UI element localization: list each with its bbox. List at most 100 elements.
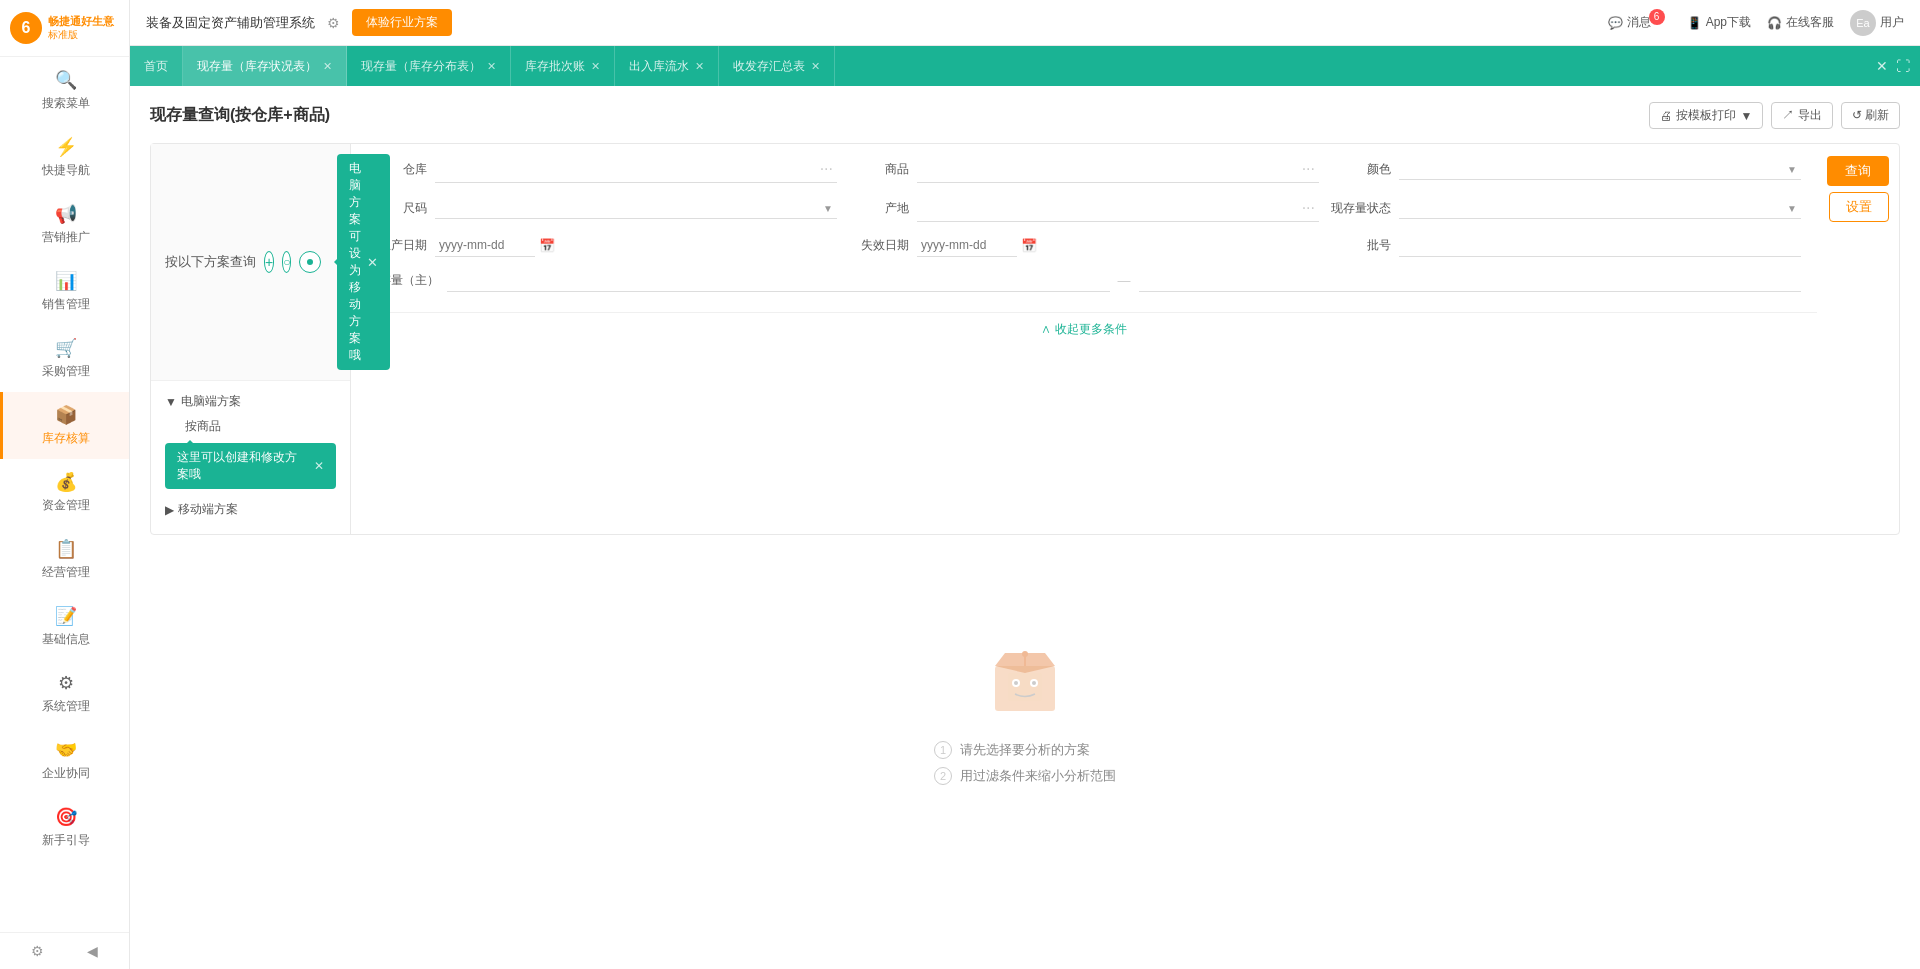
goods-dots-icon[interactable]: ··· [1302,160,1315,178]
online-support-item[interactable]: 🎧 在线客服 [1767,14,1834,31]
scheme-desktop-header[interactable]: ▼ 电脑端方案 [165,389,336,414]
origin-select[interactable]: ··· [917,195,1319,222]
tab-batch[interactable]: 库存批次账 ✕ [511,46,615,86]
stock-status-select[interactable]: ▼ [1399,199,1801,219]
app-download-label: App下载 [1706,14,1751,31]
purchase-icon: 🛒 [55,337,77,359]
tooltip-scheme-close[interactable]: ✕ [367,255,378,270]
collapse-sidebar-btn[interactable]: ◀ [87,943,98,959]
logo-text-block: 畅捷通好生意 标准版 [48,14,114,42]
color-select[interactable]: ▼ [1399,160,1801,180]
step-2-text: 用过滤条件来缩小分析范围 [960,767,1116,785]
logo-badge: 标准版 [48,28,114,42]
filter-label: 按以下方案查询 [165,253,256,271]
warehouse-select[interactable]: ··· [435,156,837,183]
tab-close-icon[interactable]: ✕ [695,60,704,73]
settings-gear-icon[interactable]: ⚙ [327,15,340,31]
batch-input[interactable] [1399,234,1801,257]
tabs-actions: ✕ ⛶ [1866,58,1920,74]
scheme-mobile-label: 移动端方案 [178,501,238,518]
filter-arrow-button[interactable]: ← [299,251,321,273]
sidebar-item-label: 采购管理 [42,363,90,380]
tooltip-edit-close[interactable]: ✕ [314,459,324,473]
sidebar-item-inventory[interactable]: 📦 库存核算 [0,392,129,459]
tab-close-icon[interactable]: ✕ [323,60,332,73]
export-button[interactable]: ↗ 导出 [1771,102,1832,129]
filter-add-button[interactable]: + [264,251,274,273]
tab-stock-status-label: 现存量（库存状况表） [197,58,317,75]
filter-row-1: 仓库 ··· 商品 ··· [367,156,1801,183]
sidebar-item-basic[interactable]: 📝 基础信息 [0,593,129,660]
step-2-num: 2 [934,767,952,785]
sidebar-item-operation[interactable]: 📋 经营管理 [0,526,129,593]
stock-sep: — [1118,273,1131,288]
tab-close-icon[interactable]: ✕ [487,60,496,73]
message-item[interactable]: 💬 消息 6 [1608,14,1671,31]
industry-plan-button[interactable]: 体验行业方案 [352,9,452,36]
color-label: 颜色 [1331,161,1391,178]
filter-row-2: 尺码 ▼ 产地 ··· [367,195,1801,222]
header-left: 装备及固定资产辅助管理系统 ⚙ 体验行业方案 [146,9,452,36]
sidebar-item-marketing[interactable]: 📢 营销推广 [0,191,129,258]
sidebar-item-label: 搜索菜单 [42,95,90,112]
reset-button[interactable]: 设置 [1829,192,1889,222]
filter-field-origin: 产地 ··· [849,195,1319,222]
sidebar-item-label: 库存核算 [42,430,90,447]
tab-stock-dist[interactable]: 现存量（库存分布表） ✕ [347,46,511,86]
tab-summary[interactable]: 收发存汇总表 ✕ [719,46,835,86]
search-icon: 🔍 [55,69,77,91]
print-button[interactable]: 🖨 按模板打印 ▼ [1649,102,1763,129]
sidebar-item-finance[interactable]: 💰 资金管理 [0,459,129,526]
stock-main-to-input[interactable] [1139,269,1802,292]
user-item[interactable]: Ea 用户 [1850,10,1904,36]
print-dropdown-icon: ▼ [1740,109,1752,123]
sidebar-item-label: 营销推广 [42,229,90,246]
svg-point-4 [1014,681,1018,685]
tabs-fullscreen-icon[interactable]: ⛶ [1896,58,1910,74]
sidebar-item-guide[interactable]: 🎯 新手引导 [0,794,129,861]
produce-date-input[interactable] [435,234,535,257]
tab-close-icon[interactable]: ✕ [811,60,820,73]
stock-main-from-input[interactable] [447,269,1110,292]
tab-home[interactable]: 首页 [130,46,183,86]
filter-field-color: 颜色 ▼ [1331,160,1801,180]
produce-date-calendar-icon[interactable]: 📅 [539,238,555,253]
sidebar-item-label: 系统管理 [42,698,90,715]
size-arrow-icon: ▼ [823,203,833,214]
goods-select[interactable]: ··· [917,156,1319,183]
sidebar-item-purchase[interactable]: 🛒 采购管理 [0,325,129,392]
settings-footer-btn[interactable]: ⚙ [31,943,44,959]
support-icon: 🎧 [1767,16,1782,30]
tabs-bar: 首页 现存量（库存状况表） ✕ 现存量（库存分布表） ✕ 库存批次账 ✕ 出入库… [130,46,1920,86]
expire-date-calendar-icon[interactable]: 📅 [1021,238,1037,253]
size-select[interactable]: ▼ [435,199,837,219]
collapse-icon: ∧ [1041,322,1051,336]
app-download-item[interactable]: 📱 App下载 [1687,14,1751,31]
origin-dots-icon[interactable]: ··· [1302,199,1315,217]
scheme-edit-tooltip: 这里可以创建和修改方案哦 ✕ [165,443,336,489]
collapse-more-conditions-btn[interactable]: ∧ 收起更多条件 [351,312,1817,346]
sidebar-item-search[interactable]: 🔍 搜索菜单 [0,57,129,124]
tab-stock-status[interactable]: 现存量（库存状况表） ✕ [183,46,347,86]
scheme-mobile-header[interactable]: ▶ 移动端方案 [165,497,336,522]
finance-icon: 💰 [55,471,77,493]
stock-status-arrow-icon: ▼ [1787,203,1797,214]
sidebar-item-collab[interactable]: 🤝 企业协同 [0,727,129,794]
tab-flow[interactable]: 出入库流水 ✕ [615,46,719,86]
expire-date-input[interactable] [917,234,1017,257]
sidebar-item-label: 企业协同 [42,765,90,782]
sales-icon: 📊 [55,270,77,292]
sidebar-item-sales[interactable]: 📊 销售管理 [0,258,129,325]
filter-field-stock-status: 现存量状态 ▼ [1331,199,1801,219]
sidebar-item-nav[interactable]: ⚡ 快捷导航 [0,124,129,191]
query-button[interactable]: 查询 [1827,156,1889,186]
sidebar-item-label: 经营管理 [42,564,90,581]
filter-circle-button[interactable]: ○ [282,251,291,273]
sidebar-item-system[interactable]: ⚙ 系统管理 [0,660,129,727]
warehouse-dots-icon[interactable]: ··· [820,160,833,178]
system-icon: ⚙ [58,672,74,694]
tab-close-icon[interactable]: ✕ [591,60,600,73]
refresh-button[interactable]: ↺ 刷新 [1841,102,1900,129]
tabs-close-all-icon[interactable]: ✕ [1876,58,1888,74]
scheme-arrow-icon: ▼ [165,395,177,409]
